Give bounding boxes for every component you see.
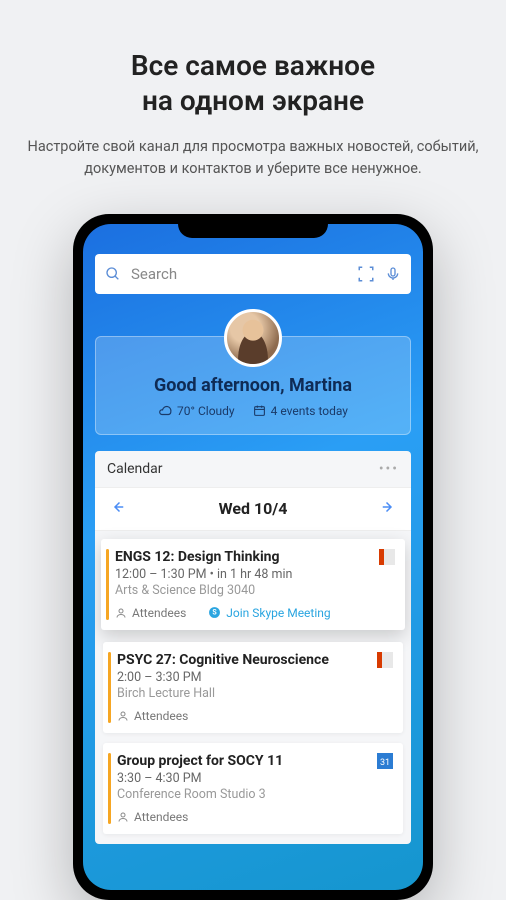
mic-icon[interactable] (385, 265, 401, 283)
scan-icon[interactable] (357, 265, 375, 283)
cloud-icon (158, 404, 172, 418)
event-location: Conference Room Studio 3 (117, 787, 391, 802)
prev-day-button[interactable] (109, 498, 127, 520)
attendees-link[interactable]: Attendees (117, 810, 188, 824)
event-list: ENGS 12: Design Thinking 12:00 – 1:30 PM … (95, 531, 411, 834)
event-location: Birch Lecture Hall (117, 686, 391, 701)
greeting-text: Good afternoon, Martina (106, 375, 400, 396)
calendar-title: Calendar (107, 461, 163, 477)
attendees-link[interactable]: Attendees (117, 709, 188, 723)
calendar-section: Calendar ••• Wed 10/4 ENGS 12: Design Th… (95, 451, 411, 844)
phone-frame: Search Good afternoon, Martina 70° Cloud… (73, 214, 433, 900)
event-title: Group project for SOCY 11 (117, 753, 391, 769)
office-icon (377, 652, 393, 668)
greeting-card: Good afternoon, Martina 70° Cloudy 4 eve… (95, 336, 411, 435)
person-icon (115, 607, 127, 619)
person-icon (117, 710, 129, 722)
next-day-button[interactable] (379, 498, 397, 520)
event-location: Arts & Science Bldg 3040 (115, 583, 393, 598)
attendees-link[interactable]: Attendees (115, 606, 186, 620)
event-card[interactable]: ENGS 12: Design Thinking 12:00 – 1:30 PM … (101, 539, 405, 630)
date-label: Wed 10/4 (219, 499, 288, 518)
calendar-icon (253, 404, 266, 417)
event-time: 12:00 – 1:30 PM • in 1 hr 48 min (115, 567, 393, 582)
phone-screen: Search Good afternoon, Martina 70° Cloud… (83, 224, 423, 891)
events-today: 4 events today (253, 404, 348, 418)
search-placeholder: Search (131, 265, 347, 283)
hero-title: Все самое важное на одном экране (131, 48, 375, 118)
skype-icon: S (208, 606, 221, 619)
event-title: ENGS 12: Design Thinking (115, 549, 393, 565)
event-card[interactable]: PSYC 27: Cognitive Neuroscience 2:00 – 3:… (103, 642, 403, 733)
person-icon (117, 811, 129, 823)
event-card[interactable]: 31Group project for SOCY 11 3:30 – 4:30 P… (103, 743, 403, 834)
event-time: 3:30 – 4:30 PM (117, 771, 391, 786)
calendar-badge-icon: 31 (377, 753, 393, 769)
event-title: PSYC 27: Cognitive Neuroscience (117, 652, 391, 668)
join-skype-link[interactable]: SJoin Skype Meeting (208, 606, 330, 620)
search-icon (105, 266, 121, 282)
search-bar[interactable]: Search (95, 254, 411, 294)
event-time: 2:00 – 3:30 PM (117, 670, 391, 685)
office-icon (379, 549, 395, 565)
avatar[interactable] (224, 309, 282, 367)
svg-text:S: S (213, 608, 218, 617)
weather-info: 70° Cloudy (158, 404, 235, 418)
calendar-more-icon[interactable]: ••• (379, 461, 399, 477)
hero-subtitle: Настройте свой канал для просмотра важны… (23, 136, 483, 180)
